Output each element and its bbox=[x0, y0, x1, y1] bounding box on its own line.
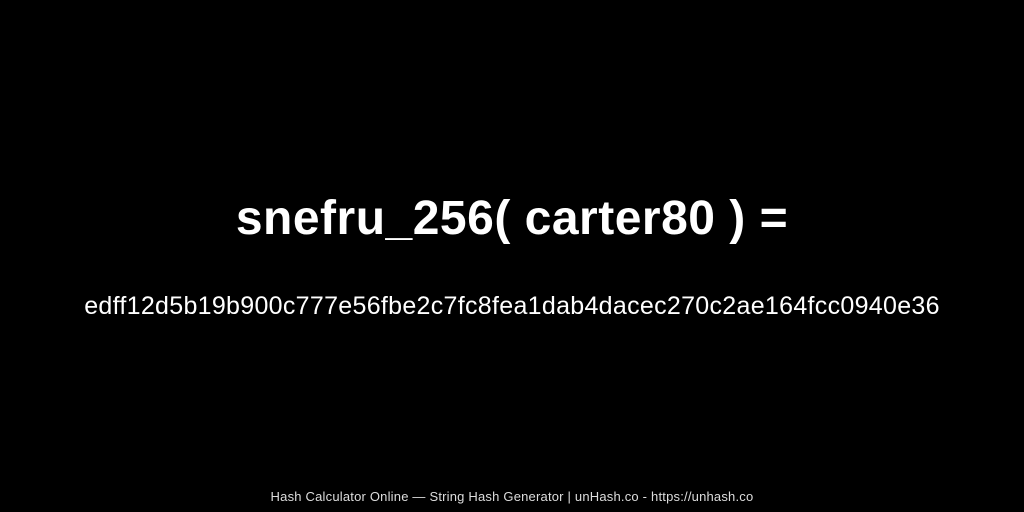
footer-text: Hash Calculator Online — String Hash Gen… bbox=[0, 489, 1024, 504]
hash-expression-heading: snefru_256( carter80 ) = bbox=[236, 191, 788, 246]
hash-output-value: edff12d5b19b900c777e56fbe2c7fc8fea1dab4d… bbox=[84, 292, 940, 321]
page-container: snefru_256( carter80 ) = edff12d5b19b900… bbox=[0, 0, 1024, 512]
footer-description: Hash Calculator Online — String Hash Gen… bbox=[271, 489, 651, 504]
footer-url[interactable]: https://unhash.co bbox=[651, 489, 753, 504]
